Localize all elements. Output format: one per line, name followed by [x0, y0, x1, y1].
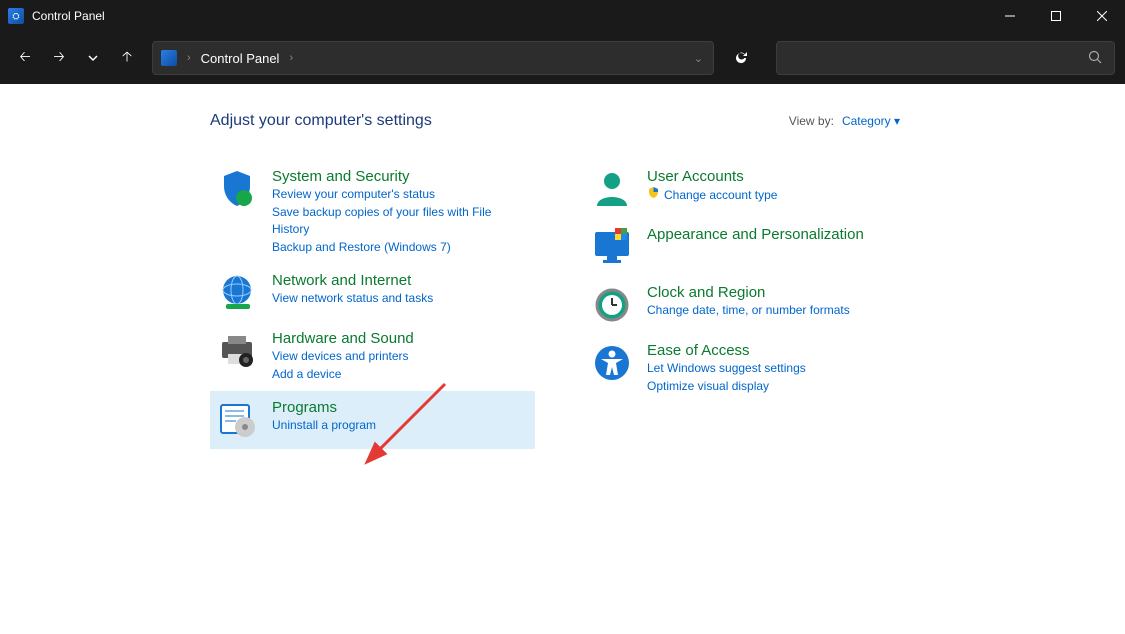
category-column-left: System and Security Review your computer…: [210, 160, 535, 449]
category-system-security[interactable]: System and Security Review your computer…: [210, 160, 535, 264]
category-title[interactable]: User Accounts: [647, 168, 777, 185]
view-by-label: View by:: [789, 114, 834, 128]
content-area: Adjust your computer's settings View by:…: [0, 84, 1125, 634]
category-programs[interactable]: Programs Uninstall a program: [210, 391, 535, 449]
monitor-icon: [591, 226, 633, 268]
category-link[interactable]: Change account type: [664, 187, 777, 204]
category-column-right: User Accounts Change account type Appear…: [585, 160, 910, 449]
shield-icon: [216, 168, 258, 210]
maximize-button[interactable]: [1033, 0, 1079, 32]
uac-shield-icon: [647, 186, 660, 204]
category-title[interactable]: Clock and Region: [647, 284, 850, 301]
category-title[interactable]: Ease of Access: [647, 342, 806, 359]
titlebar: ⛭ Control Panel: [0, 0, 1125, 32]
category-link[interactable]: Let Windows suggest settings: [647, 360, 806, 377]
minimize-button[interactable]: [987, 0, 1033, 32]
window-title: Control Panel: [32, 9, 105, 23]
chevron-down-icon[interactable]: ⌄: [692, 52, 705, 65]
address-icon: [161, 50, 177, 66]
programs-icon: [216, 399, 258, 441]
category-link[interactable]: Add a device: [272, 366, 414, 383]
address-bar[interactable]: › Control Panel › ⌄: [152, 41, 714, 75]
category-link[interactable]: Backup and Restore (Windows 7): [272, 239, 529, 256]
category-hardware[interactable]: Hardware and Sound View devices and prin…: [210, 322, 535, 391]
category-link[interactable]: View network status and tasks: [272, 290, 433, 307]
breadcrumb-root[interactable]: Control Panel: [201, 51, 280, 66]
chevron-right-icon: ›: [185, 52, 193, 64]
category-clock-region[interactable]: Clock and Region Change date, time, or n…: [585, 276, 910, 334]
chevron-right-icon: ›: [287, 52, 295, 64]
category-appearance[interactable]: Appearance and Personalization: [585, 218, 910, 276]
category-network[interactable]: Network and Internet View network status…: [210, 264, 535, 322]
category-title[interactable]: Hardware and Sound: [272, 330, 414, 347]
user-icon: [591, 168, 633, 210]
category-ease-of-access[interactable]: Ease of Access Let Windows suggest setti…: [585, 334, 910, 403]
app-icon: ⛭: [8, 8, 24, 24]
search-icon: [1088, 50, 1102, 67]
category-link[interactable]: Save backup copies of your files with Fi…: [272, 204, 529, 238]
page-heading: Adjust your computer's settings: [210, 112, 432, 130]
category-title[interactable]: Appearance and Personalization: [647, 226, 864, 243]
recent-button[interactable]: [78, 43, 108, 73]
up-button[interactable]: 🡡: [112, 43, 142, 73]
category-link[interactable]: Uninstall a program: [272, 417, 376, 434]
clock-icon: [591, 284, 633, 326]
category-link[interactable]: Optimize visual display: [647, 378, 806, 395]
back-button[interactable]: 🡠: [10, 43, 40, 73]
globe-icon: [216, 272, 258, 314]
category-link[interactable]: Review your computer's status: [272, 186, 529, 203]
category-link[interactable]: View devices and printers: [272, 348, 414, 365]
forward-button[interactable]: 🡢: [44, 43, 74, 73]
view-by: View by: Category ▾: [789, 114, 900, 128]
category-title[interactable]: Network and Internet: [272, 272, 433, 289]
category-user-accounts[interactable]: User Accounts Change account type: [585, 160, 910, 218]
accessibility-icon: [591, 342, 633, 384]
refresh-button[interactable]: [724, 41, 758, 75]
category-link[interactable]: Change date, time, or number formats: [647, 302, 850, 319]
navbar: 🡠 🡢 🡡 › Control Panel › ⌄: [0, 32, 1125, 84]
search-input[interactable]: [776, 41, 1115, 75]
close-button[interactable]: [1079, 0, 1125, 32]
category-title[interactable]: Programs: [272, 399, 376, 416]
printer-icon: [216, 330, 258, 372]
view-by-dropdown[interactable]: Category ▾: [842, 114, 900, 128]
category-title[interactable]: System and Security: [272, 168, 529, 185]
